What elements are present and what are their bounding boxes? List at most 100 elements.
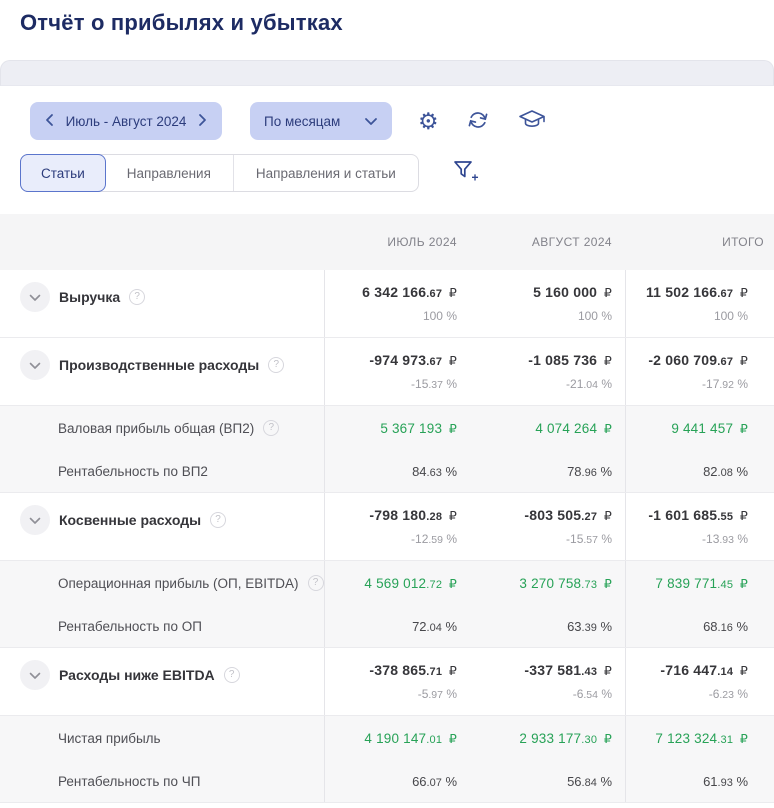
table-row: Рентабельность по ОП 72.04 % 63.39 % 68.16 … (0, 605, 774, 648)
row-expand-toggle[interactable] (20, 350, 50, 380)
cell-amount: 7 123 324.31 ₽ (655, 730, 748, 746)
cell-amount: -1 085 736 ₽ (528, 352, 612, 368)
filter-plus-icon: + (451, 158, 481, 188)
cell-amount: 5 367 193 ₽ (380, 420, 457, 436)
table-row: Чистая прибыль 4 190 147.01 ₽ 2 933 177.30… (0, 716, 774, 760)
cell-amount: -2 060 709.67 ₽ (648, 352, 748, 368)
cell-amount: 6 342 166.67 ₽ (362, 284, 457, 300)
value-cell: 7 123 324.31 ₽ (625, 716, 774, 760)
value-cell: 4 569 012.72 ₽ (324, 561, 470, 605)
help-icon[interactable]: ? (129, 289, 146, 305)
value-cell: 82.08 % (625, 450, 774, 492)
cell-amount: -337 581.43 ₽ (524, 662, 612, 678)
value-cell: 72.04 % (324, 605, 470, 647)
cell-percent: 61.93 % (703, 773, 748, 789)
tab-directions-and-articles[interactable]: Направления и статьи (232, 155, 418, 191)
value-cell: -716 447.14 ₽ -6.23 % (625, 648, 774, 715)
help-icon[interactable]: ? (263, 420, 280, 436)
row-label: Расходы ниже EBITDA (59, 667, 215, 683)
cell-amount: 5 160 000 ₽ (533, 284, 612, 300)
value-cell: 5 367 193 ₽ (324, 406, 470, 450)
refresh-button[interactable] (465, 107, 491, 136)
gear-icon: ⚙ (418, 107, 439, 134)
chevron-down-icon (29, 358, 41, 373)
row-label-cell: Чистая прибыль (0, 716, 324, 760)
value-cell: -798 180.28 ₽ -12.59 % (324, 493, 470, 560)
svg-text:+: + (471, 171, 478, 185)
table-row: Расходы ниже EBITDA? -378 865.71 ₽ -5.97 %… (0, 648, 774, 716)
help-icon[interactable]: ? (307, 575, 324, 591)
cell-amount: -803 505.27 ₽ (524, 507, 612, 523)
cell-percent: 56.84 % (567, 773, 612, 789)
value-cell: 11 502 166.67 ₽ 100 % (625, 270, 774, 337)
table-row: Валовая прибыль общая (ВП2)? 5 367 193 ₽ 4… (0, 406, 774, 450)
cell-percent: 63.39 % (567, 618, 612, 634)
value-cell: -1 085 736 ₽ -21.04 % (470, 338, 625, 405)
chevron-down-icon (29, 513, 41, 528)
cell-percent: 68.16 % (703, 618, 748, 634)
help-icon[interactable]: ? (268, 357, 285, 373)
cell-amount: 7 839 771.45 ₽ (655, 575, 748, 591)
row-label-cell: Рентабельность по ЧП (0, 760, 324, 802)
row-label: Операционная прибыль (ОП, EBITDA) (58, 575, 299, 591)
cell-percent: 100 % (422, 309, 457, 323)
row-expand-toggle[interactable] (20, 282, 50, 312)
cell-percent: -13.93 % (702, 532, 748, 546)
value-cell: 4 074 264 ₽ (470, 406, 625, 450)
filter-button[interactable]: + (451, 158, 481, 188)
grouping-label: По месяцам (264, 113, 341, 129)
value-cell: 4 190 147.01 ₽ (324, 716, 470, 760)
cell-percent: -6.54 % (572, 687, 612, 701)
help-icon[interactable]: ? (223, 667, 240, 683)
report-table: ИЮЛЬ 2024 АВГУСТ 2024 ИТОГО Выручка? 6 34… (0, 214, 774, 803)
education-button[interactable] (517, 107, 547, 136)
tab-directions[interactable]: Направления (105, 155, 233, 191)
row-label: Производственные расходы (59, 357, 260, 373)
cell-amount: 4 569 012.72 ₽ (364, 575, 457, 591)
period-prev-button[interactable] (42, 111, 56, 132)
cell-percent: 100 % (577, 309, 612, 323)
value-cell: -1 601 685.55 ₽ -13.93 % (625, 493, 774, 560)
grouping-dropdown[interactable]: По месяцам (250, 102, 392, 140)
settings-button[interactable]: ⚙ (418, 107, 439, 134)
cell-percent: 78.96 % (567, 463, 612, 479)
value-cell: -378 865.71 ₽ -5.97 % (324, 648, 470, 715)
cell-percent: 66.07 % (412, 773, 457, 789)
row-label-cell: Косвенные расходы? (0, 493, 324, 560)
cell-percent: 84.63 % (412, 463, 457, 479)
page-header: Отчёт о прибылях и убытках (0, 0, 774, 60)
value-cell: 66.07 % (324, 760, 470, 802)
value-cell: -2 060 709.67 ₽ -17.92 % (625, 338, 774, 405)
row-expand-toggle[interactable] (20, 660, 50, 690)
table-row: Производственные расходы? -974 973.67 ₽ -1… (0, 338, 774, 406)
period-selector[interactable]: Июль - Август 2024 (30, 102, 222, 140)
row-label-cell: Рентабельность по ВП2 (0, 450, 324, 492)
value-cell: 2 933 177.30 ₽ (470, 716, 625, 760)
cell-amount: -974 973.67 ₽ (369, 352, 457, 368)
graduation-cap-icon (517, 107, 547, 136)
value-cell: 63.39 % (470, 605, 625, 647)
cell-amount: 4 190 147.01 ₽ (364, 730, 457, 746)
value-cell: -337 581.43 ₽ -6.54 % (470, 648, 625, 715)
refresh-icon (465, 107, 491, 136)
chevron-left-icon (44, 113, 54, 130)
period-next-button[interactable] (196, 111, 210, 132)
tab-articles[interactable]: Статьи (20, 154, 106, 192)
row-label: Валовая прибыль общая (ВП2) (58, 420, 255, 436)
value-cell: 7 839 771.45 ₽ (625, 561, 774, 605)
cell-amount: 3 270 758.73 ₽ (519, 575, 612, 591)
value-cell: 5 160 000 ₽ 100 % (470, 270, 625, 337)
value-cell: -803 505.27 ₽ -15.57 % (470, 493, 625, 560)
cell-amount: -378 865.71 ₽ (369, 662, 457, 678)
cell-percent: 82.08 % (703, 463, 748, 479)
cell-percent: -12.59 % (411, 532, 457, 546)
chevron-down-icon (364, 114, 378, 129)
chevron-right-icon (198, 113, 208, 130)
row-label: Чистая прибыль (58, 730, 161, 746)
row-label: Выручка (59, 289, 121, 305)
cell-amount: 4 074 264 ₽ (535, 420, 612, 436)
row-expand-toggle[interactable] (20, 505, 50, 535)
table-row: Косвенные расходы? -798 180.28 ₽ -12.59 % -… (0, 493, 774, 561)
cell-percent: 100 % (713, 309, 748, 323)
help-icon[interactable]: ? (210, 512, 227, 528)
